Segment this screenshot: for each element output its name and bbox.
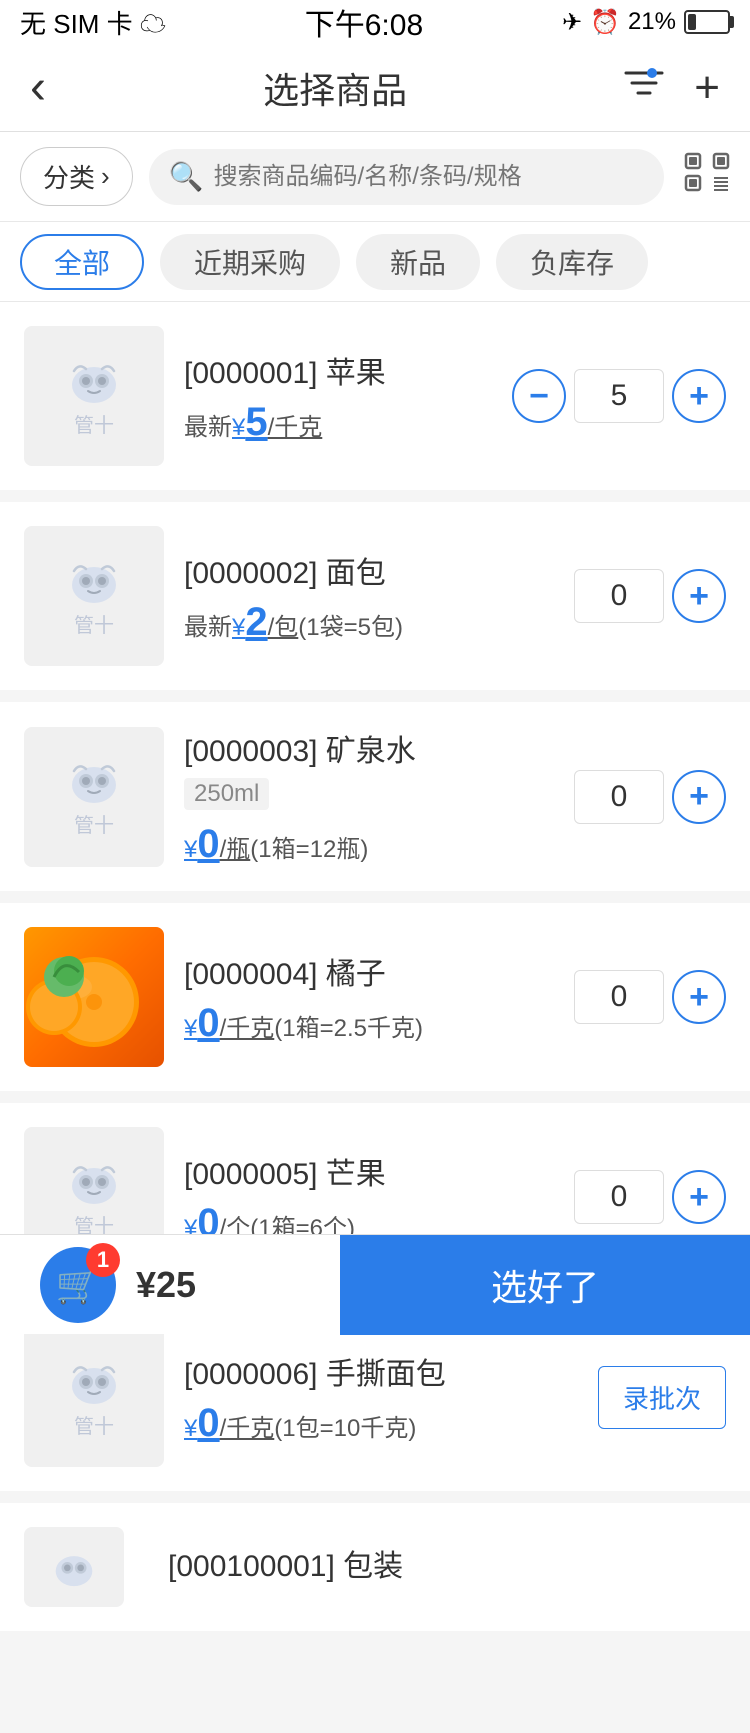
- product-item: [000100001] 包装: [0, 1503, 750, 1633]
- quantity-control: +: [574, 970, 726, 1024]
- search-bar: 分类 › 🔍: [0, 132, 750, 222]
- price-row: 最新 ¥ 2 /包 (1袋=5包): [184, 600, 554, 645]
- product-info: [0000002] 面包 最新 ¥ 2 /包 (1袋=5包): [164, 548, 574, 645]
- status-time: 下午6:08: [305, 0, 423, 44]
- cart-total: ¥25: [136, 1264, 196, 1306]
- battery-icon: [684, 10, 730, 34]
- qty-plus-button[interactable]: +: [672, 770, 726, 824]
- back-button[interactable]: ‹: [30, 60, 46, 115]
- owl-icon: 管十: [24, 326, 164, 466]
- brand-label: 管十: [74, 409, 114, 438]
- tab-all[interactable]: 全部: [20, 234, 144, 290]
- filter-icon[interactable]: [624, 65, 664, 111]
- quantity-control: +: [574, 770, 726, 824]
- category-chevron: ›: [101, 161, 110, 192]
- brand-label: 管十: [74, 1410, 114, 1439]
- product-info: [0000004] 橘子 ¥ 0 /千克 (1箱=2.5千克): [164, 949, 574, 1046]
- product-image: 管十: [24, 326, 164, 466]
- cart-badge: 1: [86, 1243, 120, 1277]
- product-item: 管十 [0000003] 矿泉水 250ml ¥ 0 /瓶 (1箱=12瓶) +: [0, 702, 750, 903]
- sim-status: 无 SIM 卡 ☁: [20, 4, 166, 41]
- batch-button[interactable]: 录批次: [598, 1366, 726, 1429]
- status-bar: 无 SIM 卡 ☁ 下午6:08 ✈ ⏰ 21%: [0, 0, 750, 44]
- tab-recent[interactable]: 近期采购: [160, 234, 340, 290]
- status-right: ✈ ⏰ 21%: [562, 8, 730, 37]
- price-row: ¥ 0 /瓶 (1箱=12瓶): [184, 822, 554, 867]
- qty-input[interactable]: [574, 970, 664, 1024]
- status-left: 无 SIM 卡 ☁: [20, 4, 166, 41]
- product-list: 管十 [0000001] 苹果 最新 ¥ 5 /千克 − +: [0, 302, 750, 1633]
- owl-icon: 管十: [24, 1327, 164, 1467]
- qty-plus-button[interactable]: +: [672, 569, 726, 623]
- nav-bar: ‹ 选择商品 +: [0, 44, 750, 132]
- category-label: 分类: [43, 158, 95, 195]
- bottom-bar: 🛒 1 ¥25 选好了: [0, 1234, 750, 1334]
- qty-input[interactable]: [574, 569, 664, 623]
- price-row: ¥ 0 /千克 (1包=10千克): [184, 1401, 578, 1446]
- owl-icon: [24, 1527, 124, 1607]
- product-name: [0000005] 芒果: [184, 1149, 554, 1193]
- cart-area: 🛒 1 ¥25: [0, 1247, 340, 1323]
- price-row: ¥ 0 /千克 (1箱=2.5千克): [184, 1001, 554, 1046]
- nav-actions: +: [624, 63, 720, 113]
- quantity-control: 录批次: [598, 1366, 726, 1429]
- qty-input[interactable]: [574, 369, 664, 423]
- product-image: 管十: [24, 727, 164, 867]
- qty-minus-button[interactable]: −: [512, 369, 566, 423]
- scan-icon[interactable]: [684, 152, 730, 202]
- product-name: [0000003] 矿泉水: [184, 726, 554, 770]
- product-name: [000100001] 包装: [168, 1541, 706, 1585]
- product-item: 管十 [0000001] 苹果 最新 ¥ 5 /千克 − +: [0, 302, 750, 502]
- add-icon[interactable]: +: [694, 63, 720, 113]
- battery-percent: 21%: [628, 8, 676, 36]
- qty-input[interactable]: [574, 770, 664, 824]
- product-info: [0000003] 矿泉水 250ml ¥ 0 /瓶 (1箱=12瓶): [164, 726, 574, 867]
- cart-icon-wrap: 🛒 1: [40, 1247, 116, 1323]
- brand-label: 管十: [74, 609, 114, 638]
- product-name: [0000002] 面包: [184, 548, 554, 592]
- product-spec: 250ml: [184, 778, 269, 810]
- product-name: [0000006] 手撕面包: [184, 1349, 578, 1393]
- brand-label: 管十: [74, 809, 114, 838]
- qty-plus-button[interactable]: +: [672, 369, 726, 423]
- product-image: [24, 927, 164, 1067]
- search-input[interactable]: [214, 163, 644, 191]
- owl-icon: 管十: [24, 526, 164, 666]
- product-info: [0000001] 苹果 最新 ¥ 5 /千克: [164, 348, 512, 445]
- search-input-wrap: 🔍: [149, 149, 664, 205]
- alarm-icon: ⏰: [590, 8, 620, 37]
- product-info: [0000005] 芒果 ¥ 0 /个 (1箱=6个): [164, 1149, 574, 1246]
- quantity-control: − +: [512, 369, 726, 423]
- tab-new[interactable]: 新品: [356, 234, 480, 290]
- quantity-control: +: [574, 1170, 726, 1224]
- product-item: 管十 [0000002] 面包 最新 ¥ 2 /包 (1袋=5包) +: [0, 502, 750, 702]
- category-button[interactable]: 分类 ›: [20, 147, 133, 206]
- product-image: 管十: [24, 1327, 164, 1467]
- product-image: [24, 1527, 124, 1607]
- owl-icon: 管十: [24, 727, 164, 867]
- product-name: [0000004] 橘子: [184, 949, 554, 993]
- page-title: 选择商品: [263, 62, 407, 114]
- quantity-control: +: [574, 569, 726, 623]
- qty-plus-button[interactable]: +: [672, 970, 726, 1024]
- product-item: [0000004] 橘子 ¥ 0 /千克 (1箱=2.5千克) +: [0, 903, 750, 1103]
- confirm-button[interactable]: 选好了: [340, 1235, 750, 1335]
- qty-plus-button[interactable]: +: [672, 1170, 726, 1224]
- tab-bar: 全部 近期采购 新品 负库存: [0, 222, 750, 302]
- price-row: 最新 ¥ 5 /千克: [184, 400, 492, 445]
- qty-input[interactable]: [574, 1170, 664, 1224]
- product-info: [000100001] 包装: [148, 1541, 726, 1593]
- search-icon: 🔍: [169, 160, 204, 193]
- product-image: 管十: [24, 526, 164, 666]
- location-icon: ✈: [562, 8, 582, 37]
- tab-negative[interactable]: 负库存: [496, 234, 648, 290]
- product-name: [0000001] 苹果: [184, 348, 492, 392]
- product-info: [0000006] 手撕面包 ¥ 0 /千克 (1包=10千克): [164, 1349, 598, 1446]
